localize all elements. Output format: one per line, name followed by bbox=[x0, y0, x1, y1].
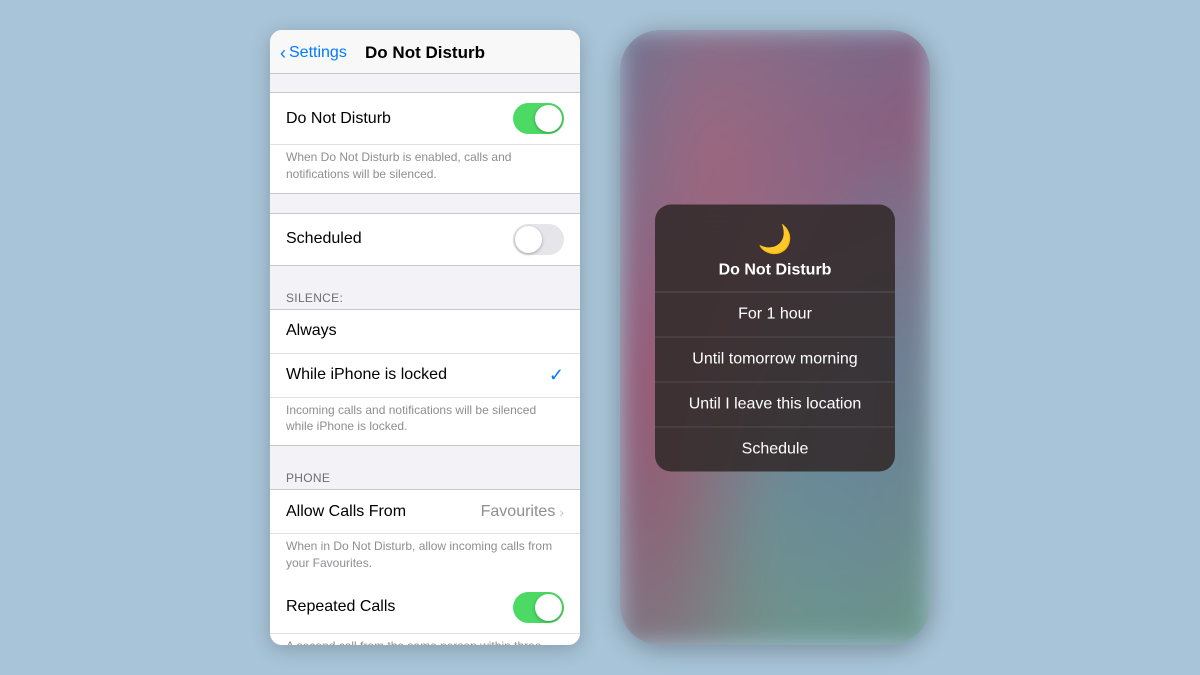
locked-label: While iPhone is locked bbox=[286, 366, 549, 384]
allow-calls-row[interactable]: Allow Calls From Favourites › bbox=[270, 490, 580, 534]
locked-row[interactable]: While iPhone is locked ✓ bbox=[270, 354, 580, 398]
silence-section-label: SILENCE: bbox=[270, 285, 580, 309]
back-button[interactable]: ‹ Settings bbox=[280, 44, 347, 62]
chevron-left-icon: ‹ bbox=[280, 44, 286, 62]
allow-calls-value: Favourites bbox=[481, 503, 556, 521]
scheduled-label: Scheduled bbox=[286, 230, 513, 248]
page-title: Do Not Disturb bbox=[365, 43, 485, 63]
dnd-popup: 🌙 Do Not Disturb For 1 hour Until tomorr… bbox=[655, 204, 895, 471]
phone-panel: 🌙 Do Not Disturb For 1 hour Until tomorr… bbox=[620, 30, 930, 645]
until-leave-location-item[interactable]: Until I leave this location bbox=[655, 382, 895, 427]
until-tomorrow-item[interactable]: Until tomorrow morning bbox=[655, 337, 895, 382]
dnd-label: Do Not Disturb bbox=[286, 110, 513, 128]
for-1-hour-item[interactable]: For 1 hour bbox=[655, 292, 895, 337]
always-label: Always bbox=[286, 322, 564, 340]
dnd-section: Do Not Disturb When Do Not Disturb is en… bbox=[270, 92, 580, 194]
phone-section: Allow Calls From Favourites › When in Do… bbox=[270, 489, 580, 645]
dnd-popup-title: Do Not Disturb bbox=[719, 261, 832, 279]
dnd-popup-header: 🌙 Do Not Disturb bbox=[655, 204, 895, 292]
back-label: Settings bbox=[289, 44, 347, 62]
phone-section-label: PHONE bbox=[270, 465, 580, 489]
repeated-calls-toggle[interactable] bbox=[513, 592, 564, 623]
allow-calls-label: Allow Calls From bbox=[286, 503, 481, 521]
allow-calls-description: When in Do Not Disturb, allow incoming c… bbox=[270, 534, 580, 582]
dnd-row: Do Not Disturb bbox=[270, 93, 580, 145]
scheduled-row: Scheduled bbox=[270, 214, 580, 265]
dnd-toggle[interactable] bbox=[513, 103, 564, 134]
silence-section: Always While iPhone is locked ✓ Incoming… bbox=[270, 309, 580, 447]
toggle-thumb bbox=[535, 105, 562, 132]
settings-content: Do Not Disturb When Do Not Disturb is en… bbox=[270, 74, 580, 645]
dnd-description: When Do Not Disturb is enabled, calls an… bbox=[270, 145, 580, 193]
toggle-thumb-scheduled bbox=[515, 226, 542, 253]
checkmark-icon: ✓ bbox=[549, 365, 564, 386]
settings-panel: ‹ Settings Do Not Disturb Do Not Disturb… bbox=[270, 30, 580, 645]
moon-icon: 🌙 bbox=[758, 222, 793, 255]
silence-description: Incoming calls and notifications will be… bbox=[270, 398, 580, 446]
repeated-description: A second call from the same person withi… bbox=[270, 634, 580, 645]
schedule-item[interactable]: Schedule bbox=[655, 427, 895, 471]
always-row[interactable]: Always bbox=[270, 310, 580, 354]
repeated-calls-row: Repeated Calls bbox=[270, 582, 580, 634]
chevron-icon: › bbox=[559, 504, 564, 520]
toggle-thumb-repeated bbox=[535, 594, 562, 621]
scheduled-toggle[interactable] bbox=[513, 224, 564, 255]
repeated-calls-label: Repeated Calls bbox=[286, 598, 513, 616]
scheduled-section: Scheduled bbox=[270, 213, 580, 266]
nav-bar: ‹ Settings Do Not Disturb bbox=[270, 30, 580, 74]
